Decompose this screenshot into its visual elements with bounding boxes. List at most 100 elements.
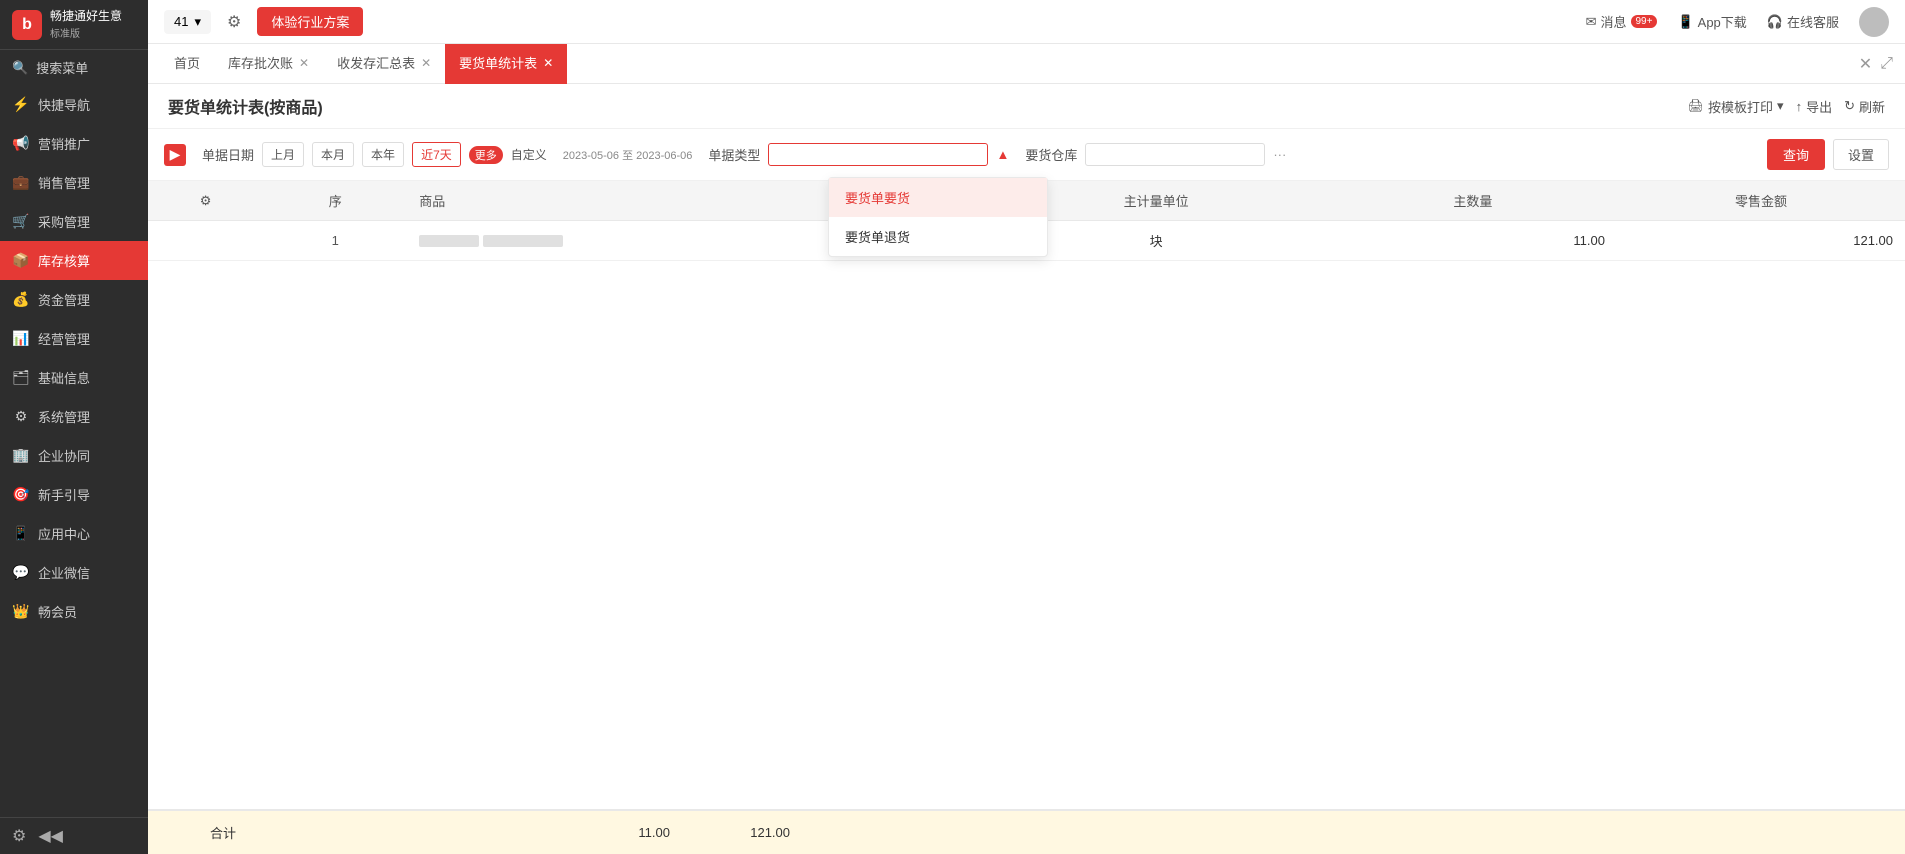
online-service-action[interactable]: 🎧 在线客服: [1767, 12, 1839, 31]
filter-expand-btn[interactable]: ▶: [164, 144, 186, 166]
settings-button[interactable]: 设置: [1833, 139, 1889, 170]
sidebar-item-label: 采购管理: [38, 212, 90, 231]
sidebar-item-guide[interactable]: 🎯 新手引导: [0, 475, 148, 514]
user-avatar[interactable]: [1859, 7, 1889, 37]
logo-sub: 标准版: [50, 25, 122, 40]
sidebar-item-quick-nav[interactable]: ⚡ 快捷导航: [0, 85, 148, 124]
sidebar-item-inventory[interactable]: 📦 库存核算: [0, 241, 148, 280]
sidebar-item-label: 销售管理: [38, 173, 90, 192]
wechat-icon: 💬: [12, 564, 30, 582]
settings-footer-icon[interactable]: ⚙: [12, 826, 26, 846]
tab-label: 库存批次账: [228, 53, 293, 72]
export-label: 导出: [1806, 97, 1832, 116]
sidebar-item-basics[interactable]: 🗂 基础信息: [0, 358, 148, 397]
sidebar-item-system[interactable]: ⚙ 系统管理: [0, 397, 148, 436]
type-input[interactable]: [768, 143, 988, 166]
sidebar-item-finance[interactable]: 💰 资金管理: [0, 280, 148, 319]
date-btn-this-year[interactable]: 本年: [362, 142, 404, 167]
sidebar-item-purchase[interactable]: 🛒 采购管理: [0, 202, 148, 241]
sidebar-logo: b 畅捷通好生意 标准版: [0, 0, 148, 50]
sidebar-item-operations[interactable]: 📊 经营管理: [0, 319, 148, 358]
tab-close-all-icon[interactable]: ✕: [1859, 54, 1872, 74]
service-icon: 🎧: [1767, 14, 1783, 30]
date-btn-last-month[interactable]: 上月: [262, 142, 304, 167]
inventory-icon: 📦: [12, 252, 30, 270]
date-range-display: 2023-05-06 至 2023-06-06: [563, 147, 693, 163]
top-header: 41 ▾ ⚙ 体验行业方案 ✉ 消息 99+ 📱 App下载 🎧 在线客服: [148, 0, 1905, 44]
refresh-btn[interactable]: ↻ 刷新: [1844, 97, 1885, 116]
tab-collect-summary[interactable]: 收发存汇总表 ✕: [323, 44, 445, 84]
system-icon: ⚙: [12, 408, 30, 426]
tab-bar-right: ✕ ⤢: [1859, 54, 1893, 74]
message-icon: ✉: [1586, 14, 1597, 30]
date-btn-this-month[interactable]: 本月: [312, 142, 354, 167]
title-actions: 🖨 按模板打印 ▾ ↑ 导出 ↻ 刷新: [1688, 97, 1886, 116]
sidebar-item-marketing[interactable]: 📢 营销推广: [0, 124, 148, 163]
page-content: 要货单统计表(按商品) 🖨 按模板打印 ▾ ↑ 导出 ↻ 刷新: [148, 84, 1905, 854]
tab-close-icon[interactable]: ✕: [543, 56, 553, 70]
sidebar-item-wechat[interactable]: 💬 企业微信: [0, 553, 148, 592]
tab-home[interactable]: 首页: [160, 44, 214, 84]
footer-quantity: 11.00: [570, 825, 670, 840]
print-btn[interactable]: 🖨 按模板打印 ▾: [1688, 97, 1784, 116]
store-selector[interactable]: 41 ▾: [164, 10, 211, 34]
sidebar-footer: ⚙ ◀◀: [0, 817, 148, 854]
dropdown-item-label: 要货单退货: [845, 230, 910, 245]
warehouse-more-icon[interactable]: ···: [1273, 147, 1286, 162]
sidebar-item-member[interactable]: 👑 畅会员: [0, 592, 148, 631]
collapse-icon[interactable]: ◀◀: [38, 826, 63, 846]
app-download-action[interactable]: 📱 App下载: [1677, 12, 1746, 31]
dropdown-item-order-goods[interactable]: 要货单要货: [829, 178, 1047, 217]
col-settings[interactable]: ⚙: [148, 181, 263, 221]
sidebar-item-label: 畅会员: [38, 602, 77, 621]
date-btn-7days[interactable]: 近7天: [412, 142, 461, 167]
warehouse-input[interactable]: [1085, 143, 1265, 166]
sidebar-item-appstore[interactable]: 📱 应用中心: [0, 514, 148, 553]
sidebar-item-label: 快捷导航: [38, 95, 90, 114]
tab-close-icon[interactable]: ✕: [421, 56, 431, 70]
tab-order-summary[interactable]: 要货单统计表 ✕: [445, 44, 567, 84]
sidebar-search[interactable]: 🔍 搜索菜单: [0, 50, 148, 85]
chevron-down-icon: ▾: [194, 14, 201, 30]
sidebar-item-label: 经营管理: [38, 329, 90, 348]
search-label: 搜索菜单: [36, 58, 88, 77]
dropdown-item-order-return[interactable]: 要货单退货: [829, 217, 1047, 256]
cell-settings: [148, 221, 263, 261]
quick-nav-icon: ⚡: [12, 96, 30, 114]
custom-date-btn[interactable]: 自定义: [511, 146, 547, 163]
messages-action[interactable]: ✉ 消息 99+: [1586, 12, 1658, 31]
tab-close-icon[interactable]: ✕: [299, 56, 309, 70]
sidebar-item-enterprise[interactable]: 🏢 企业协同: [0, 436, 148, 475]
industry-btn[interactable]: 体验行业方案: [257, 7, 363, 36]
tab-expand-icon[interactable]: ⤢: [1880, 55, 1893, 73]
app-icon: 📱: [1677, 14, 1693, 30]
col-amount: 零售金额: [1617, 181, 1905, 221]
refresh-icon: ↻: [1844, 98, 1855, 114]
date-filter-group: 单据日期 上月 本月 本年 近7天 更多 自定义: [202, 142, 547, 167]
warehouse-filter-group: 要货仓库 ···: [1025, 143, 1286, 166]
member-icon: 👑: [12, 603, 30, 621]
sidebar-item-label: 系统管理: [38, 407, 90, 426]
marketing-icon: 📢: [12, 135, 30, 153]
tab-batch-account[interactable]: 库存批次账 ✕: [214, 44, 323, 84]
guide-icon: 🎯: [12, 486, 30, 504]
export-btn[interactable]: ↑ 导出: [1796, 97, 1833, 116]
appstore-icon: 📱: [12, 525, 30, 543]
footer-label: 合计: [160, 823, 450, 842]
sidebar-item-label: 营销推广: [38, 134, 90, 153]
sidebar-item-label: 应用中心: [38, 524, 90, 543]
cell-amount: 121.00: [1617, 221, 1905, 261]
page-title-bar: 要货单统计表(按商品) 🖨 按模板打印 ▾ ↑ 导出 ↻ 刷新: [148, 84, 1905, 129]
finance-icon: 💰: [12, 291, 30, 309]
more-badge[interactable]: 更多: [469, 146, 503, 164]
header-gear-icon[interactable]: ⚙: [227, 12, 241, 32]
query-button[interactable]: 查询: [1767, 139, 1825, 170]
filter-actions: 查询 设置: [1767, 139, 1889, 170]
type-arrow-icon[interactable]: ▲: [996, 147, 1009, 162]
warehouse-label: 要货仓库: [1025, 145, 1077, 164]
export-icon: ↑: [1796, 99, 1803, 114]
placeholder-bar-2: [483, 235, 563, 247]
sidebar-item-sales[interactable]: 💼 销售管理: [0, 163, 148, 202]
store-name: 41: [174, 14, 188, 29]
purchase-icon: 🛒: [12, 213, 30, 231]
